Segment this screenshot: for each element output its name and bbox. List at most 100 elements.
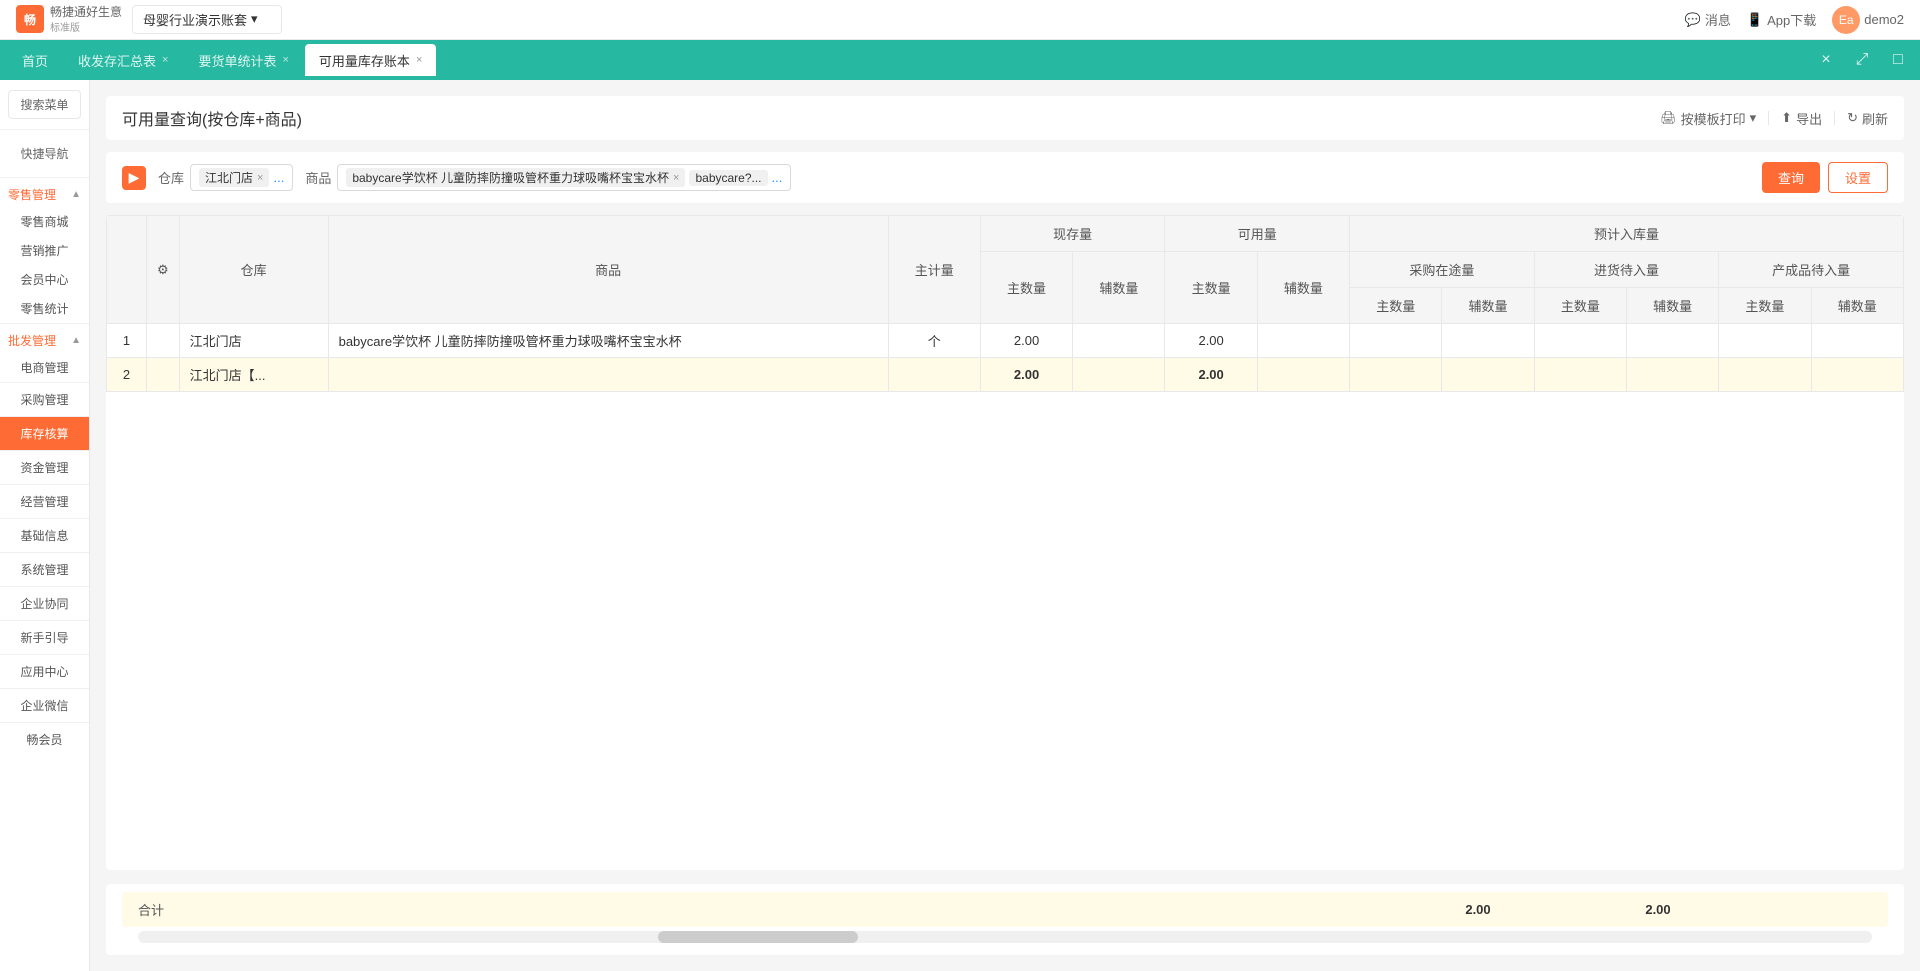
tab-stocksummary[interactable]: 收发存汇总表 × [64,44,182,76]
filter-expand-btn[interactable]: ▶ [122,166,146,190]
refresh-btn[interactable]: ↻ 刷新 [1847,109,1888,128]
tab-available-label: 可用量库存账本 [319,51,410,70]
subtotal-incoming-aux [1626,358,1718,392]
template-print-btn[interactable]: 🖨 按模板打印 ▾ [1660,109,1756,128]
cell-incoming-main [1534,324,1626,358]
sidebar-item-newguide[interactable]: 新手引导 [0,621,89,655]
sidebar-section-wholesale-header[interactable]: 批发管理 ▲ [0,324,89,353]
sidebar-item-ecommerce[interactable]: 电商管理 [0,353,89,382]
scroll-bar-thumb[interactable] [658,931,858,943]
sidebar-item-enterprise[interactable]: 企业协同 [0,587,89,621]
sidebar-item-basic-info[interactable]: 基础信息 [0,519,89,553]
tab-home[interactable]: 首页 [8,44,62,76]
logo-area: 畅 畅捷通好生意 标准版 [16,5,122,34]
search-menu-button[interactable]: 搜索菜单 [8,90,81,119]
filter-warehouse-label: 仓库 [158,168,184,187]
tab-requisition-close[interactable]: × [282,54,288,66]
th-production-group: 产成品待入量 [1719,252,1904,288]
sidebar-item-retail-stats[interactable]: 零售统计 [0,294,89,323]
cell-stock-main: 2.00 [980,324,1072,358]
total-label: 合计 [122,900,322,919]
filter-product-tag2-text: babycare?... [695,171,761,185]
tab-restore-btn[interactable]: ⤢ [1848,46,1876,74]
tab-requisition[interactable]: 要货单统计表 × [184,44,302,76]
cell-warehouse: 江北门店 [179,324,328,358]
tab-bar-right: × ⤢ □ [1812,46,1912,74]
tab-available[interactable]: 可用量库存账本 × [305,44,436,76]
page-content: 可用量查询(按仓库+商品) 🖨 按模板打印 ▾ ⬆ 导出 ↻ [90,80,1920,971]
download-action[interactable]: 📱 App下载 [1747,10,1816,29]
message-action[interactable]: 💬 消息 [1685,10,1731,29]
sidebar-item-operations[interactable]: 经营管理 [0,485,89,519]
sidebar-item-member[interactable]: 畅会员 [0,723,89,756]
sidebar: 搜索菜单 快捷导航 零售管理 ▲ 零售商城 营销推广 会员中心 零售统计 批发管… [0,80,90,971]
export-btn[interactable]: ⬆ 导出 [1781,109,1822,128]
sidebar-item-members[interactable]: 会员中心 [0,265,89,294]
scroll-bar-area[interactable] [138,931,1872,943]
wholesale-expand-icon: ▲ [71,335,81,346]
filter-product: 商品 babycare学饮杯 儿童防摔防撞吸管杯重力球吸嘴杯宝宝水杯 × bab… [305,164,791,191]
sidebar-item-quicknav[interactable]: 快捷导航 [0,138,89,169]
filter-warehouse-tag-text: 江北门店 [205,169,253,186]
sidebar-item-finance[interactable]: 资金管理 [0,451,89,485]
query-button[interactable]: 查询 [1762,162,1820,193]
tab-maximize-btn[interactable]: □ [1884,46,1912,74]
th-settings[interactable]: ⚙ [147,216,180,324]
th-forecast-group: 预计入库量 [1350,216,1904,252]
th-available-aux: 辅数量 [1257,252,1349,324]
th-purchase-aux: 辅数量 [1442,288,1534,324]
filter-warehouse-value[interactable]: 江北门店 × ... [190,164,293,191]
subtotal-production-aux [1811,358,1903,392]
store-selector[interactable]: 母婴行业演示账套 ▾ [132,5,282,34]
sidebar-item-appcenter[interactable]: 应用中心 [0,655,89,689]
th-stock-main: 主数量 [980,252,1072,324]
settings-button[interactable]: 设置 [1828,162,1888,193]
sidebar-item-inventory[interactable]: 库存核算 [0,417,89,451]
filter-product-tag1-close[interactable]: × [673,172,679,184]
top-header: 畅 畅捷通好生意 标准版 母婴行业演示账套 ▾ 💬 消息 📱 App下载 Ea … [0,0,1920,40]
th-incoming-aux: 辅数量 [1626,288,1718,324]
tab-stocksummary-close[interactable]: × [162,54,168,66]
filter-product-more[interactable]: ... [772,170,783,185]
tab-available-close[interactable]: × [416,54,422,66]
download-label: App下载 [1767,10,1816,29]
sidebar-item-marketing[interactable]: 营销推广 [0,236,89,265]
th-seq [107,216,147,324]
subtotal-purchase-aux [1442,358,1534,392]
sidebar-item-retail-mall[interactable]: 零售商城 [0,207,89,236]
download-icon: 📱 [1747,12,1763,28]
header-left: 畅 畅捷通好生意 标准版 母婴行业演示账套 ▾ [16,5,282,34]
message-icon: 💬 [1685,12,1701,28]
avatar-text: Ea [1839,13,1854,27]
tab-close-btn[interactable]: × [1812,46,1840,74]
filter-warehouse-more[interactable]: ... [273,170,284,185]
filter-warehouse-close[interactable]: × [257,172,263,184]
store-name: 母婴行业演示账套 [143,10,247,29]
cell-available-main: 2.00 [1165,324,1257,358]
divider-2 [1834,111,1835,125]
sidebar-item-system[interactable]: 系统管理 [0,553,89,587]
subtotal-available-aux [1257,358,1349,392]
sidebar-item-purchase[interactable]: 采购管理 [0,383,89,417]
print-dropdown-icon: ▾ [1750,110,1757,126]
cell-incoming-aux [1626,324,1718,358]
page-header: 可用量查询(按仓库+商品) 🖨 按模板打印 ▾ ⬆ 导出 ↻ [106,96,1904,140]
subtotal-warehouse: 江北门店【... [179,358,328,392]
settings-icon: ⚙ [157,262,169,277]
sidebar-section-retail-header[interactable]: 零售管理 ▲ [0,178,89,207]
sidebar-item-wechat[interactable]: 企业微信 [0,689,89,723]
logo-line2: 标准版 [50,19,122,34]
filter-product-label: 商品 [305,168,331,187]
cell-seq: 1 [107,324,147,358]
cell-unit: 个 [888,324,980,358]
table-container: ⚙ 仓库 商品 主计量 现存量 可用量 预计入库量 主数量 辅数量 [106,215,1904,870]
subtotal-unit [888,358,980,392]
sidebar-section-wholesale: 批发管理 ▲ 电商管理 [0,324,89,383]
subtotal-purchase-main [1350,358,1442,392]
message-label: 消息 [1705,10,1731,29]
cell-product: babycare学饮杯 儿童防摔防撞吸管杯重力球吸嘴杯宝宝水杯 [328,324,888,358]
page-title: 可用量查询(按仓库+商品) [122,106,302,130]
filter-product-value[interactable]: babycare学饮杯 儿童防摔防撞吸管杯重力球吸嘴杯宝宝水杯 × babyca… [337,164,791,191]
filter-warehouse: 仓库 江北门店 × ... [158,164,293,191]
user-area[interactable]: Ea demo2 [1832,6,1904,34]
